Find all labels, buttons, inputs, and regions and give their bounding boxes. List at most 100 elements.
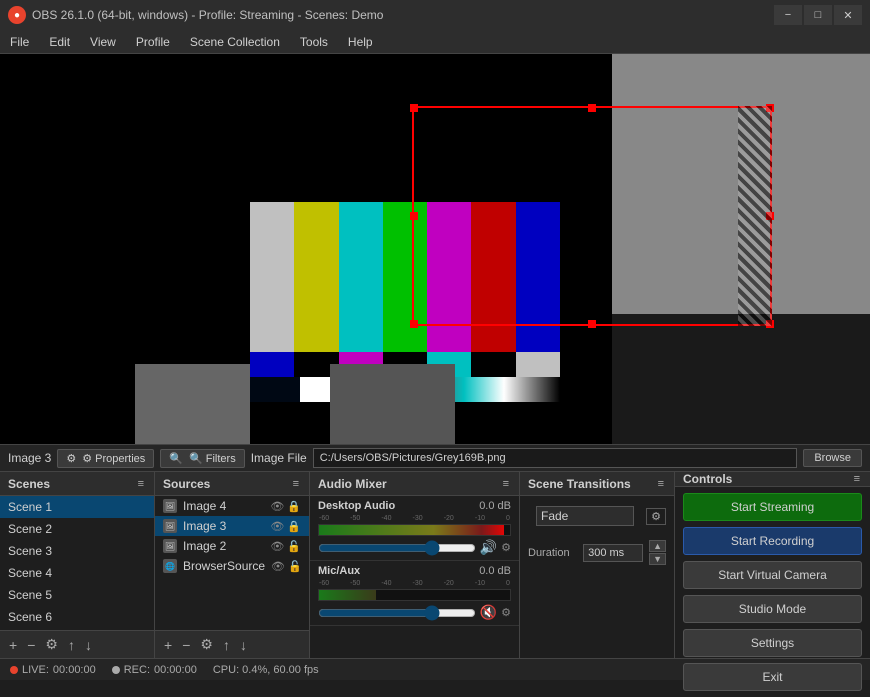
test-bar-magenta bbox=[427, 202, 471, 352]
test-bar-blue bbox=[516, 202, 560, 352]
maximize-button[interactable]: □ bbox=[804, 5, 832, 25]
properties-button[interactable]: ⚙ ⚙ Properties bbox=[57, 449, 154, 468]
source-name-label: Image 3 bbox=[8, 451, 51, 465]
scene-item-5[interactable]: Scene 5 bbox=[0, 584, 154, 606]
scene-item-1[interactable]: Scene 1 bbox=[0, 496, 154, 518]
duration-up-button[interactable]: ▲ bbox=[649, 540, 666, 552]
settings-button[interactable]: Settings bbox=[683, 629, 862, 657]
menu-profile[interactable]: Profile bbox=[126, 30, 180, 53]
add-scene-button[interactable]: + bbox=[6, 637, 20, 653]
start-virtual-camera-button[interactable]: Start Virtual Camera bbox=[683, 561, 862, 589]
source-type-icon-browser: 🌐 bbox=[163, 559, 177, 573]
controls-config-icon[interactable]: ≡ bbox=[852, 473, 862, 485]
source-visibility-browser[interactable]: 👁 bbox=[271, 560, 285, 573]
start-streaming-button[interactable]: Start Streaming bbox=[683, 493, 862, 521]
scenes-config-icon[interactable]: ≡ bbox=[136, 478, 146, 490]
source-lock-image4[interactable]: 🔒 bbox=[287, 500, 301, 513]
main-panels: Scenes ≡ Scene 1 Scene 2 Scene 3 Scene 4… bbox=[0, 472, 870, 658]
menu-file[interactable]: File bbox=[0, 30, 39, 53]
desktop-audio-settings-button[interactable]: ⚙ bbox=[501, 541, 511, 554]
window-controls: − □ ✕ bbox=[774, 5, 862, 25]
remove-scene-button[interactable]: − bbox=[24, 637, 38, 653]
scene-settings-button[interactable]: ⚙ bbox=[42, 636, 61, 653]
exit-button[interactable]: Exit bbox=[683, 663, 862, 691]
scene-transitions-panel: Scene Transitions ≡ Fade Cut Swipe Slide… bbox=[520, 472, 675, 658]
tb2-dark bbox=[250, 377, 300, 402]
minimize-button[interactable]: − bbox=[774, 5, 802, 25]
menu-scene-collection[interactable]: Scene Collection bbox=[180, 30, 290, 53]
tb-blue bbox=[250, 352, 294, 377]
desktop-audio-mute-button[interactable]: 🔊 bbox=[480, 539, 497, 556]
title-bar: ● OBS 26.1.0 (64-bit, windows) - Profile… bbox=[0, 0, 870, 30]
browse-button[interactable]: Browse bbox=[803, 449, 862, 467]
mic-aux-settings-button[interactable]: ⚙ bbox=[501, 606, 511, 619]
desktop-audio-slider[interactable] bbox=[318, 541, 476, 555]
desktop-audio-meter bbox=[318, 524, 511, 536]
duration-input[interactable] bbox=[583, 544, 643, 562]
audio-mixer-config-icon[interactable]: ≡ bbox=[501, 478, 511, 490]
preview-canvas[interactable] bbox=[0, 54, 870, 444]
scene-item-2[interactable]: Scene 2 bbox=[0, 518, 154, 540]
source-lock-browser[interactable]: 🔓 bbox=[288, 560, 302, 573]
menu-edit[interactable]: Edit bbox=[39, 30, 80, 53]
studio-mode-button[interactable]: Studio Mode bbox=[683, 595, 862, 623]
preview-left-black bbox=[0, 54, 135, 444]
remove-source-button[interactable]: − bbox=[179, 637, 193, 653]
desktop-audio-track: Desktop Audio 0.0 dB -60-50-40-30-20-100… bbox=[310, 496, 519, 561]
mic-aux-mute-button[interactable]: 🔇 bbox=[480, 604, 497, 621]
scenes-panel-header: Scenes ≡ bbox=[0, 472, 154, 496]
scenes-list: Scene 1 Scene 2 Scene 3 Scene 4 Scene 5 … bbox=[0, 496, 154, 630]
sources-panel-footer: + − ⚙ ↑ ↓ bbox=[155, 630, 309, 658]
duration-label: Duration bbox=[528, 547, 579, 559]
sources-panel-controls: ≡ bbox=[291, 478, 301, 490]
scene-item-4[interactable]: Scene 4 bbox=[0, 562, 154, 584]
mic-aux-db: 0.0 dB bbox=[479, 565, 511, 577]
menu-help[interactable]: Help bbox=[338, 30, 383, 53]
test-bar-cyan bbox=[339, 202, 383, 352]
source-settings-button[interactable]: ⚙ bbox=[197, 636, 216, 653]
move-scene-down-button[interactable]: ↓ bbox=[82, 637, 95, 653]
mic-aux-slider[interactable] bbox=[318, 606, 476, 620]
transition-type-select[interactable]: Fade Cut Swipe Slide bbox=[536, 506, 634, 526]
menu-view[interactable]: View bbox=[80, 30, 126, 53]
scene-item-3[interactable]: Scene 3 bbox=[0, 540, 154, 562]
transitions-panel-controls: ≡ bbox=[656, 478, 666, 490]
preview-dark-bottom-right bbox=[612, 314, 870, 444]
source-lock-image2[interactable]: 🔓 bbox=[287, 540, 301, 553]
transitions-config-icon[interactable]: ≡ bbox=[656, 478, 666, 490]
file-path-input[interactable] bbox=[313, 448, 798, 468]
start-recording-button[interactable]: Start Recording bbox=[683, 527, 862, 555]
source-name-image2: Image 2 bbox=[183, 539, 226, 553]
source-visibility-image4[interactable]: 👁 bbox=[270, 500, 284, 513]
controls-panel: Controls ≡ Start Streaming Start Recordi… bbox=[675, 472, 870, 658]
move-source-down-button[interactable]: ↓ bbox=[237, 637, 250, 653]
source-item-image3[interactable]: 🖼 Image 3 👁 🔒 bbox=[155, 516, 309, 536]
source-item-image4[interactable]: 🖼 Image 4 👁 🔒 bbox=[155, 496, 309, 516]
source-controls-image2: 👁 🔓 bbox=[270, 540, 301, 553]
source-visibility-image2[interactable]: 👁 bbox=[270, 540, 284, 553]
source-item-image2[interactable]: 🖼 Image 2 👁 🔓 bbox=[155, 536, 309, 556]
source-item-browser[interactable]: 🌐 BrowserSource 👁 🔓 bbox=[155, 556, 309, 576]
close-button[interactable]: ✕ bbox=[834, 5, 862, 25]
filters-button[interactable]: 🔍 🔍 Filters bbox=[160, 449, 244, 468]
menu-bar: File Edit View Profile Scene Collection … bbox=[0, 30, 870, 54]
source-visibility-image3[interactable]: 👁 bbox=[270, 520, 284, 533]
menu-tools[interactable]: Tools bbox=[290, 30, 338, 53]
mic-aux-meter bbox=[318, 589, 511, 601]
duration-down-button[interactable]: ▼ bbox=[649, 553, 666, 565]
source-controls-image4: 👁 🔒 bbox=[270, 500, 301, 513]
image-file-label: Image File bbox=[251, 451, 307, 465]
test-bar-green bbox=[383, 202, 427, 352]
sources-panel: Sources ≡ 🖼 Image 4 👁 🔒 🖼 Image 3 👁 🔒 bbox=[155, 472, 310, 658]
desktop-audio-meter-fill bbox=[319, 525, 510, 535]
add-source-button[interactable]: + bbox=[161, 637, 175, 653]
scene-item-6[interactable]: Scene 6 bbox=[0, 606, 154, 628]
transition-settings-button[interactable]: ⚙ bbox=[646, 508, 666, 525]
move-scene-up-button[interactable]: ↑ bbox=[65, 637, 78, 653]
sources-list: 🖼 Image 4 👁 🔒 🖼 Image 3 👁 🔒 🖼 Image 2 bbox=[155, 496, 309, 630]
sources-config-icon[interactable]: ≡ bbox=[291, 478, 301, 490]
source-lock-image3[interactable]: 🔒 bbox=[287, 520, 301, 533]
scenes-panel-footer: + − ⚙ ↑ ↓ bbox=[0, 630, 154, 658]
move-source-up-button[interactable]: ↑ bbox=[220, 637, 233, 653]
mic-aux-ticks: -60-50-40-30-20-100 bbox=[318, 580, 511, 587]
